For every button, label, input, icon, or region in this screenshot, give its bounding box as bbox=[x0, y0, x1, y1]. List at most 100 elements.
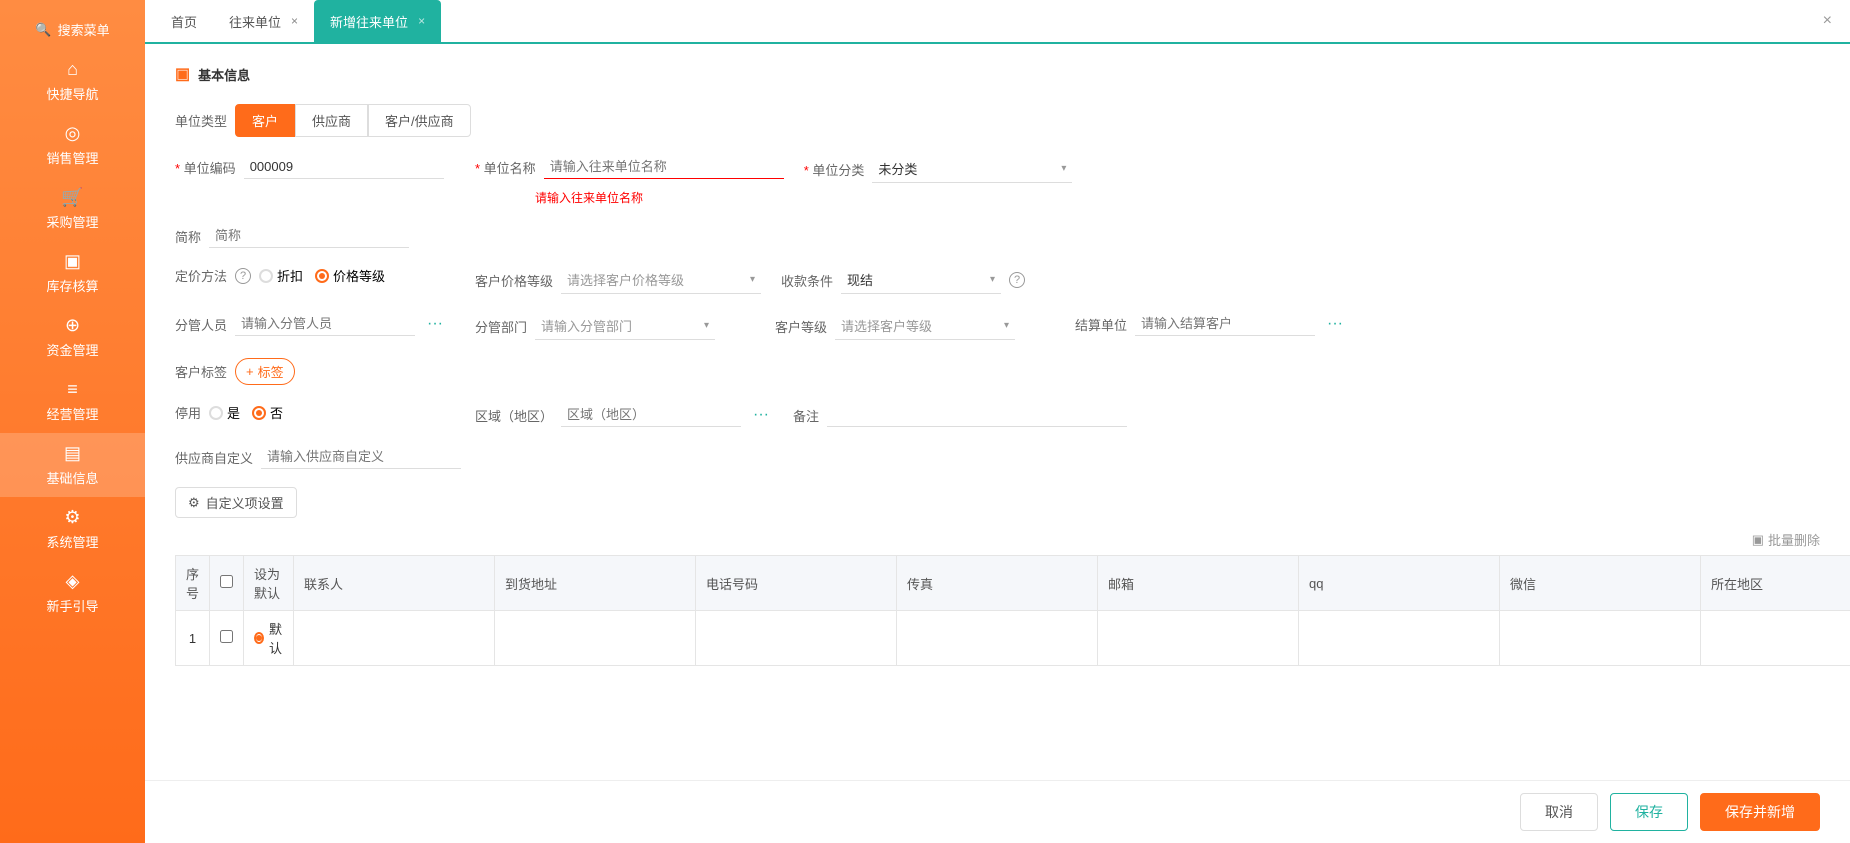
row-region-input[interactable] bbox=[1711, 627, 1850, 650]
customer-level-select[interactable]: 请选择客户等级 ▾ bbox=[835, 312, 1015, 340]
save-new-button[interactable]: 保存并新增 bbox=[1700, 793, 1820, 831]
address-input[interactable] bbox=[505, 627, 685, 650]
save-button[interactable]: 保存 bbox=[1610, 793, 1688, 831]
form-row-unit-type: 单位类型 客户 供应商 客户/供应商 bbox=[175, 104, 1820, 137]
unit-category-value: 未分类 bbox=[878, 159, 1057, 178]
chevron-down-icon3: ▾ bbox=[990, 274, 995, 285]
tab-home-label: 首页 bbox=[171, 12, 197, 31]
select-all-checkbox[interactable] bbox=[220, 575, 233, 588]
col-checkbox[interactable] bbox=[210, 556, 244, 611]
sidebar-item-finance[interactable]: ⊕ 资金管理 bbox=[0, 305, 145, 369]
sidebar-item-inventory[interactable]: ▣ 库存核算 bbox=[0, 241, 145, 305]
search-icon: 🔍 bbox=[35, 22, 51, 38]
form-row-short-name: 简称 bbox=[175, 224, 1820, 248]
window-close-button[interactable]: × bbox=[1815, 8, 1840, 34]
main-area: 首页 往来单位 × 新增往来单位 × × ▣ 基本信息 单位类型 客户 供应商 … bbox=[145, 0, 1850, 843]
customer-price-level-select[interactable]: 请选择客户价格等级 ▾ bbox=[561, 266, 761, 294]
pricing-method-group: 定价方法 ? 折扣 价格等级 bbox=[175, 266, 455, 285]
tab-new-partner[interactable]: 新增往来单位 × bbox=[314, 0, 441, 44]
purchase-icon: 🛒 bbox=[61, 187, 83, 208]
chevron-down-icon4: ▾ bbox=[704, 320, 709, 331]
sidebar-item-purchase[interactable]: 🛒 采购管理 bbox=[0, 177, 145, 241]
region-group: 区域（地区） ··· bbox=[475, 403, 773, 427]
unit-type-both-btn[interactable]: 客户/供应商 bbox=[368, 104, 471, 137]
short-name-group: 简称 bbox=[175, 224, 455, 248]
email-input[interactable] bbox=[1108, 627, 1288, 650]
col-contact: 联系人 bbox=[294, 556, 495, 611]
sidebar-item-label: 资金管理 bbox=[46, 340, 98, 359]
payment-terms-help-icon[interactable]: ? bbox=[1009, 272, 1025, 288]
unit-category-select[interactable]: 未分类 ▾ bbox=[872, 155, 1072, 183]
tab-new-partner-close[interactable]: × bbox=[418, 14, 425, 28]
custom-settings-button[interactable]: ⚙ 自定义项设置 bbox=[175, 487, 297, 518]
sidebar-item-quick-nav[interactable]: ⌂ 快捷导航 bbox=[0, 49, 145, 113]
pricing-radio-level[interactable]: 价格等级 bbox=[315, 266, 385, 285]
add-tag-btn[interactable]: + 标签 bbox=[235, 358, 295, 385]
region-more-btn[interactable]: ··· bbox=[749, 406, 773, 424]
row-wechat[interactable] bbox=[1500, 611, 1701, 666]
row-phone[interactable] bbox=[696, 611, 897, 666]
row-default[interactable]: 默认 bbox=[244, 611, 294, 666]
wechat-input[interactable] bbox=[1510, 627, 1690, 650]
disabled-radio-group: 是 否 bbox=[209, 403, 283, 422]
pricing-radio-discount[interactable]: 折扣 bbox=[259, 266, 303, 285]
radio-circle-discount bbox=[259, 269, 273, 283]
settlement-unit-input[interactable] bbox=[1135, 312, 1315, 336]
unit-type-customer-btn[interactable]: 客户 bbox=[235, 104, 295, 137]
cancel-button[interactable]: 取消 bbox=[1520, 793, 1598, 831]
unit-name-group: 单位名称 请输入往来单位名称 bbox=[475, 155, 784, 206]
row-qq[interactable] bbox=[1299, 611, 1500, 666]
row-contact[interactable] bbox=[294, 611, 495, 666]
contact-input[interactable] bbox=[304, 627, 484, 650]
pricing-help-icon[interactable]: ? bbox=[235, 268, 251, 284]
row-checkbox[interactable] bbox=[210, 611, 244, 666]
row-email[interactable] bbox=[1098, 611, 1299, 666]
sidebar-item-label: 基础信息 bbox=[46, 468, 98, 487]
short-name-input[interactable] bbox=[209, 224, 409, 248]
batch-delete-label[interactable]: 批量删除 bbox=[1768, 530, 1820, 549]
sidebar-item-operation[interactable]: ≡ 经营管理 bbox=[0, 369, 145, 433]
sidebar-item-guide[interactable]: ◈ 新手引导 bbox=[0, 561, 145, 625]
finance-icon: ⊕ bbox=[65, 315, 80, 336]
sales-icon: ◎ bbox=[65, 123, 81, 144]
customer-level-value: 请选择客户等级 bbox=[841, 316, 1000, 335]
row-fax[interactable] bbox=[897, 611, 1098, 666]
department-select[interactable]: 请输入分管部门 ▾ bbox=[535, 312, 715, 340]
contacts-table: 序号 设为默认 联系人 到货地址 电话号码 传真 邮箱 qq 微信 所在地区 操… bbox=[175, 555, 1850, 666]
form-row-disabled: 停用 是 否 区域（地区） ··· 备注 bbox=[175, 403, 1820, 427]
manager-more-btn[interactable]: ··· bbox=[423, 315, 447, 333]
section-title: ▣ 基本信息 bbox=[175, 64, 1820, 84]
customer-price-level-label: 客户价格等级 bbox=[475, 271, 553, 290]
unit-name-error: 请输入往来单位名称 bbox=[535, 189, 643, 206]
inventory-icon: ▣ bbox=[64, 251, 81, 272]
payment-terms-select[interactable]: 现结 ▾ bbox=[841, 266, 1001, 294]
remark-input[interactable] bbox=[827, 403, 1127, 427]
tab-partners[interactable]: 往来单位 × bbox=[213, 0, 314, 44]
tab-home[interactable]: 首页 bbox=[155, 0, 213, 44]
pricing-method-label: 定价方法 bbox=[175, 266, 227, 285]
disabled-label: 停用 bbox=[175, 403, 201, 422]
row-checkbox-input[interactable] bbox=[220, 630, 233, 643]
sidebar-item-system[interactable]: ⚙ 系统管理 bbox=[0, 497, 145, 561]
customer-level-label: 客户等级 bbox=[775, 317, 827, 336]
payment-terms-group: 收款条件 现结 ▾ ? bbox=[781, 266, 1061, 294]
disabled-radio-yes[interactable]: 是 bbox=[209, 403, 240, 422]
settlement-unit-more-btn[interactable]: ··· bbox=[1323, 315, 1347, 333]
settlement-unit-label: 结算单位 bbox=[1075, 315, 1127, 334]
unit-type-supplier-btn[interactable]: 供应商 bbox=[295, 104, 368, 137]
unit-name-input[interactable] bbox=[544, 155, 784, 179]
search-menu[interactable]: 🔍 搜索菜单 bbox=[0, 10, 145, 49]
sidebar-item-basic[interactable]: ▤ 基础信息 bbox=[0, 433, 145, 497]
manager-input[interactable] bbox=[235, 312, 415, 336]
sidebar-item-sales[interactable]: ◎ 销售管理 bbox=[0, 113, 145, 177]
disabled-radio-no[interactable]: 否 bbox=[252, 403, 283, 422]
supplier-custom-input[interactable] bbox=[261, 445, 461, 469]
phone-input[interactable] bbox=[706, 627, 886, 650]
tab-partners-close[interactable]: × bbox=[291, 14, 298, 28]
fax-input[interactable] bbox=[907, 627, 1087, 650]
row-region[interactable] bbox=[1701, 611, 1850, 666]
row-address[interactable] bbox=[495, 611, 696, 666]
region-input[interactable] bbox=[561, 403, 741, 427]
qq-input[interactable] bbox=[1309, 627, 1489, 650]
unit-code-input[interactable] bbox=[244, 155, 444, 179]
